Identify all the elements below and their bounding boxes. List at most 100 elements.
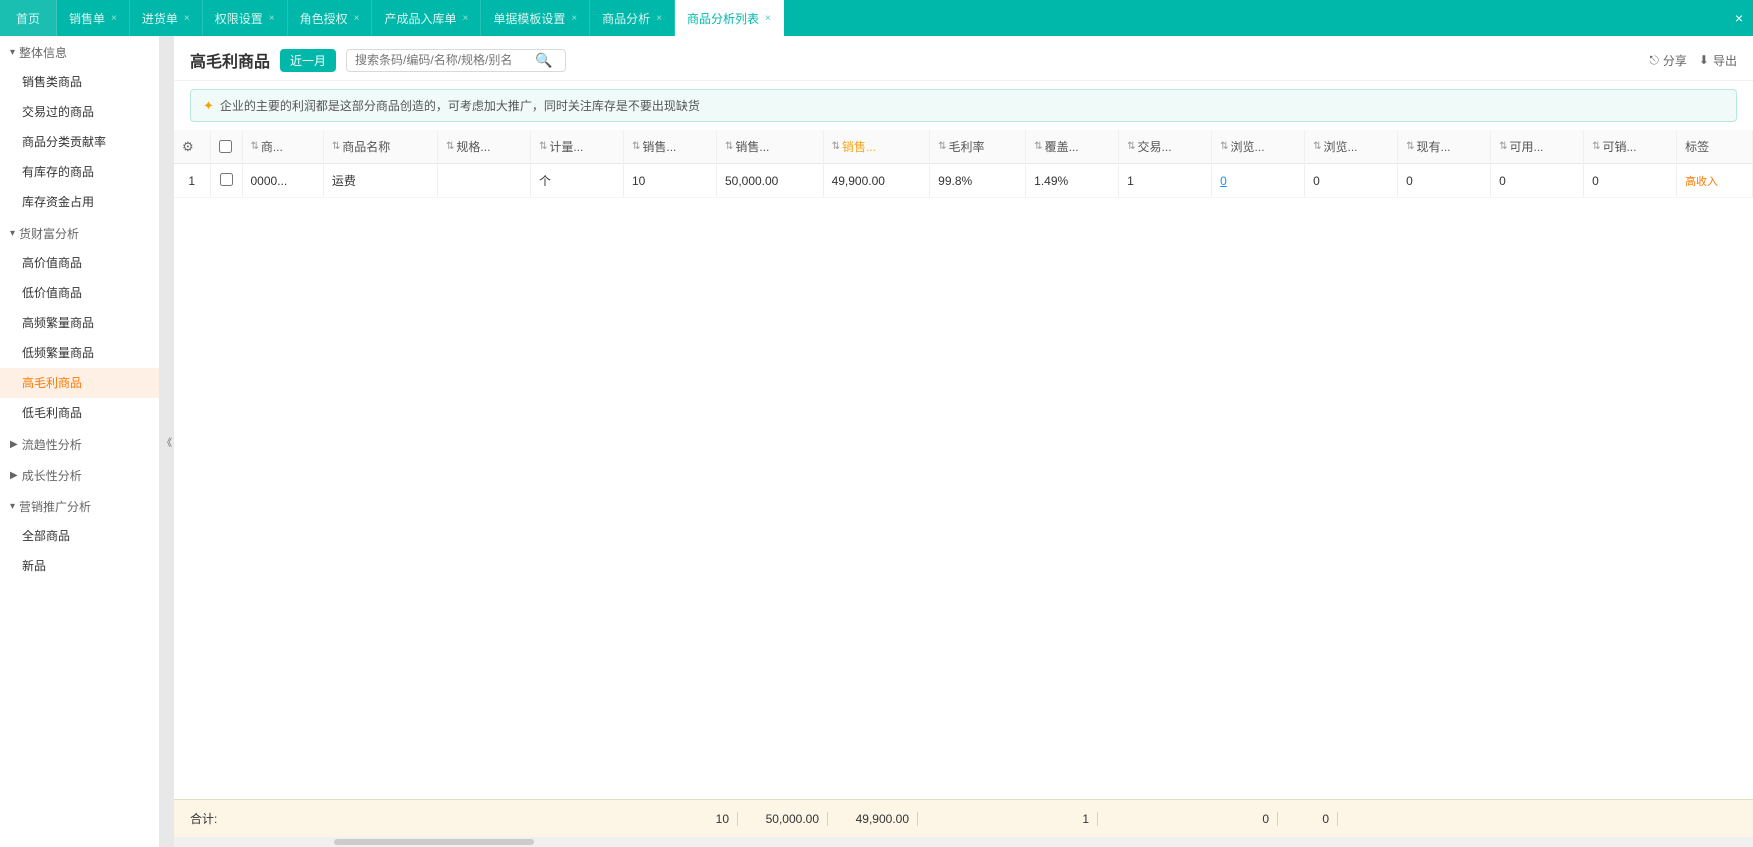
total-transaction: 1 [1038, 812, 1098, 826]
th-spec[interactable]: ⇅规格... [438, 130, 531, 164]
tab-template-label: 单据模板设置 [493, 10, 565, 27]
section-wealth-label: 货财富分析 [19, 225, 79, 242]
th-sales-amount[interactable]: ⇅销售... [716, 130, 823, 164]
total-available: 0 [1218, 812, 1278, 826]
th-current-stock[interactable]: ⇅现有... [1398, 130, 1491, 164]
export-icon: ⬇ [1699, 53, 1709, 67]
sidebar-item-traded-goods[interactable]: 交易过的商品 [0, 97, 159, 127]
tab-purchase[interactable]: 进货单 × [130, 0, 203, 36]
sidebar-section-marketing[interactable]: ▾ 营销推广分析 [0, 490, 159, 521]
total-bar: 合计: 10 50,000.00 49,900.00 1 0 0 [174, 799, 1753, 837]
sidebar-item-sales-goods[interactable]: 销售类商品 [0, 67, 159, 97]
tab-analysis-label: 商品分析 [602, 10, 650, 27]
sidebar-item-all-goods[interactable]: 全部商品 [0, 521, 159, 551]
horizontal-scrollbar[interactable] [174, 837, 1753, 847]
sidebar-section-growth[interactable]: ▶ 成长性分析 [0, 459, 159, 490]
sidebar-item-inventory-goods[interactable]: 有库存的商品 [0, 157, 159, 187]
th-margin-rate[interactable]: ⇅毛利率 [930, 130, 1026, 164]
sidebar-item-low-margin[interactable]: 低毛利商品 [0, 398, 159, 428]
tab-sales-close[interactable]: × [111, 13, 117, 24]
tab-purchase-close[interactable]: × [184, 13, 190, 24]
sidebar-item-goods-contrib[interactable]: 商品分类贡献率 [0, 127, 159, 157]
sidebar-collapse-icon: 《 [162, 434, 172, 449]
sidebar-item-new-goods[interactable]: 新品 [0, 551, 159, 581]
tab-role[interactable]: 角色授权 × [288, 0, 373, 36]
row-checkbox[interactable] [220, 173, 233, 186]
section-overall-label: 整体信息 [19, 44, 67, 61]
sidebar-collapse-button[interactable]: 《 [160, 36, 174, 847]
section-marketing-items: 全部商品 新品 [0, 521, 159, 581]
tab-product-in-close[interactable]: × [462, 13, 468, 24]
total-label: 合计: [190, 810, 217, 827]
tab-product-in[interactable]: 产成品入库单 × [372, 0, 481, 36]
th-sales-qty[interactable]: ⇅销售... [623, 130, 716, 164]
search-input[interactable] [355, 53, 535, 67]
tab-analysis-close[interactable]: × [656, 13, 662, 24]
tab-analysis-list-label: 商品分析列表 [687, 10, 759, 27]
th-saleable[interactable]: ⇅可销... [1584, 130, 1677, 164]
search-box: 🔍 [346, 49, 566, 72]
sidebar: ▾ 整体信息 销售类商品 交易过的商品 商品分类贡献率 有库存的商品 库存资金占… [0, 36, 160, 847]
th-available[interactable]: ⇅可用... [1491, 130, 1584, 164]
table-header: ⚙ ⇅商... ⇅商品名称 ⇅规格... [174, 130, 1753, 164]
section-marketing-label: 营销推广分析 [19, 498, 91, 515]
info-banner-text: 企业的主要的利润都是这部分商品创造的，可考虑加大推广，同时关注库存是不要出现缺货 [220, 97, 700, 114]
scrollbar-thumb[interactable] [334, 839, 534, 845]
sidebar-item-high-freq[interactable]: 高频繁量商品 [0, 308, 159, 338]
tab-analysis-list[interactable]: 商品分析列表 × [675, 0, 784, 36]
sidebar-item-high-margin[interactable]: 高毛利商品 [0, 368, 159, 398]
sidebar-section-wealth[interactable]: ▾ 货财富分析 [0, 217, 159, 248]
search-icon[interactable]: 🔍 [535, 52, 552, 69]
select-all-checkbox[interactable] [219, 140, 232, 153]
sidebar-item-low-value[interactable]: 低价值商品 [0, 278, 159, 308]
date-filter-button[interactable]: 近一月 [280, 49, 336, 72]
cell-sales-amount: 50,000.00 [716, 164, 823, 198]
tab-permission[interactable]: 权限设置 × [203, 0, 288, 36]
section-growth-arrow: ▶ [10, 470, 18, 481]
tab-template-close[interactable]: × [571, 13, 577, 24]
share-label: 分享 [1663, 52, 1687, 69]
export-button[interactable]: ⬇ 导出 [1699, 52, 1737, 69]
table-row: 1 0000... 运费 个 10 50,000.00 49,900.00 99… [174, 164, 1753, 198]
th-tag[interactable]: 标签 [1677, 130, 1753, 164]
th-unit[interactable]: ⇅计量... [531, 130, 624, 164]
th-coverage[interactable]: ⇅覆盖... [1026, 130, 1119, 164]
tab-sales[interactable]: 销售单 × [57, 0, 130, 36]
close-all-icon: × [1735, 10, 1743, 26]
sidebar-item-high-value[interactable]: 高价值商品 [0, 248, 159, 278]
cell-browse1[interactable]: 0 [1212, 164, 1305, 198]
total-saleable: 0 [1278, 812, 1338, 826]
content-area: 高毛利商品 近一月 🔍 ⎋ 分享 ⬇ 导出 ✦ 企业的主 [174, 36, 1753, 847]
table-body: 1 0000... 运费 个 10 50,000.00 49,900.00 99… [174, 164, 1753, 198]
cell-check[interactable] [210, 164, 242, 198]
close-all-tabs-button[interactable]: × [1725, 0, 1753, 36]
tab-template[interactable]: 单据模板设置 × [481, 0, 590, 36]
th-browse1[interactable]: ⇅浏览... [1212, 130, 1305, 164]
th-name[interactable]: ⇅商品名称 [323, 130, 437, 164]
th-browse2[interactable]: ⇅浏览... [1305, 130, 1398, 164]
sidebar-item-low-freq[interactable]: 低频繁量商品 [0, 338, 159, 368]
sidebar-section-trend[interactable]: ▶ 流趋性分析 [0, 428, 159, 459]
th-transaction[interactable]: ⇅交易... [1119, 130, 1212, 164]
sidebar-item-inventory-ratio[interactable]: 库存资金占用 [0, 187, 159, 217]
total-sales-amount: 50,000.00 [738, 812, 828, 826]
tab-home[interactable]: 首页 [0, 0, 57, 36]
tab-analysis-list-close[interactable]: × [765, 13, 771, 24]
tab-permission-close[interactable]: × [269, 13, 275, 24]
section-overall-items: 销售类商品 交易过的商品 商品分类贡献率 有库存的商品 库存资金占用 [0, 67, 159, 217]
cell-spec [438, 164, 531, 198]
th-settings[interactable]: ⚙ [174, 130, 210, 164]
th-check[interactable] [210, 130, 242, 164]
cell-tag: 高收入 [1677, 164, 1753, 198]
tab-product-in-label: 产成品入库单 [384, 10, 456, 27]
sidebar-section-overall[interactable]: ▾ 整体信息 [0, 36, 159, 67]
cell-browse2: 0 [1305, 164, 1398, 198]
tab-analysis[interactable]: 商品分析 × [590, 0, 675, 36]
th-code[interactable]: ⇅商... [242, 130, 323, 164]
tab-role-close[interactable]: × [354, 13, 360, 24]
tab-permission-label: 权限设置 [215, 10, 263, 27]
th-sales-profit[interactable]: ⇅销售... [823, 130, 930, 164]
top-nav-bar: 首页 销售单 × 进货单 × 权限设置 × 角色授权 × 产成品入库单 × 单据… [0, 0, 1753, 36]
share-button[interactable]: ⎋ 分享 [1649, 52, 1687, 69]
total-sales-qty: 10 [658, 812, 738, 826]
